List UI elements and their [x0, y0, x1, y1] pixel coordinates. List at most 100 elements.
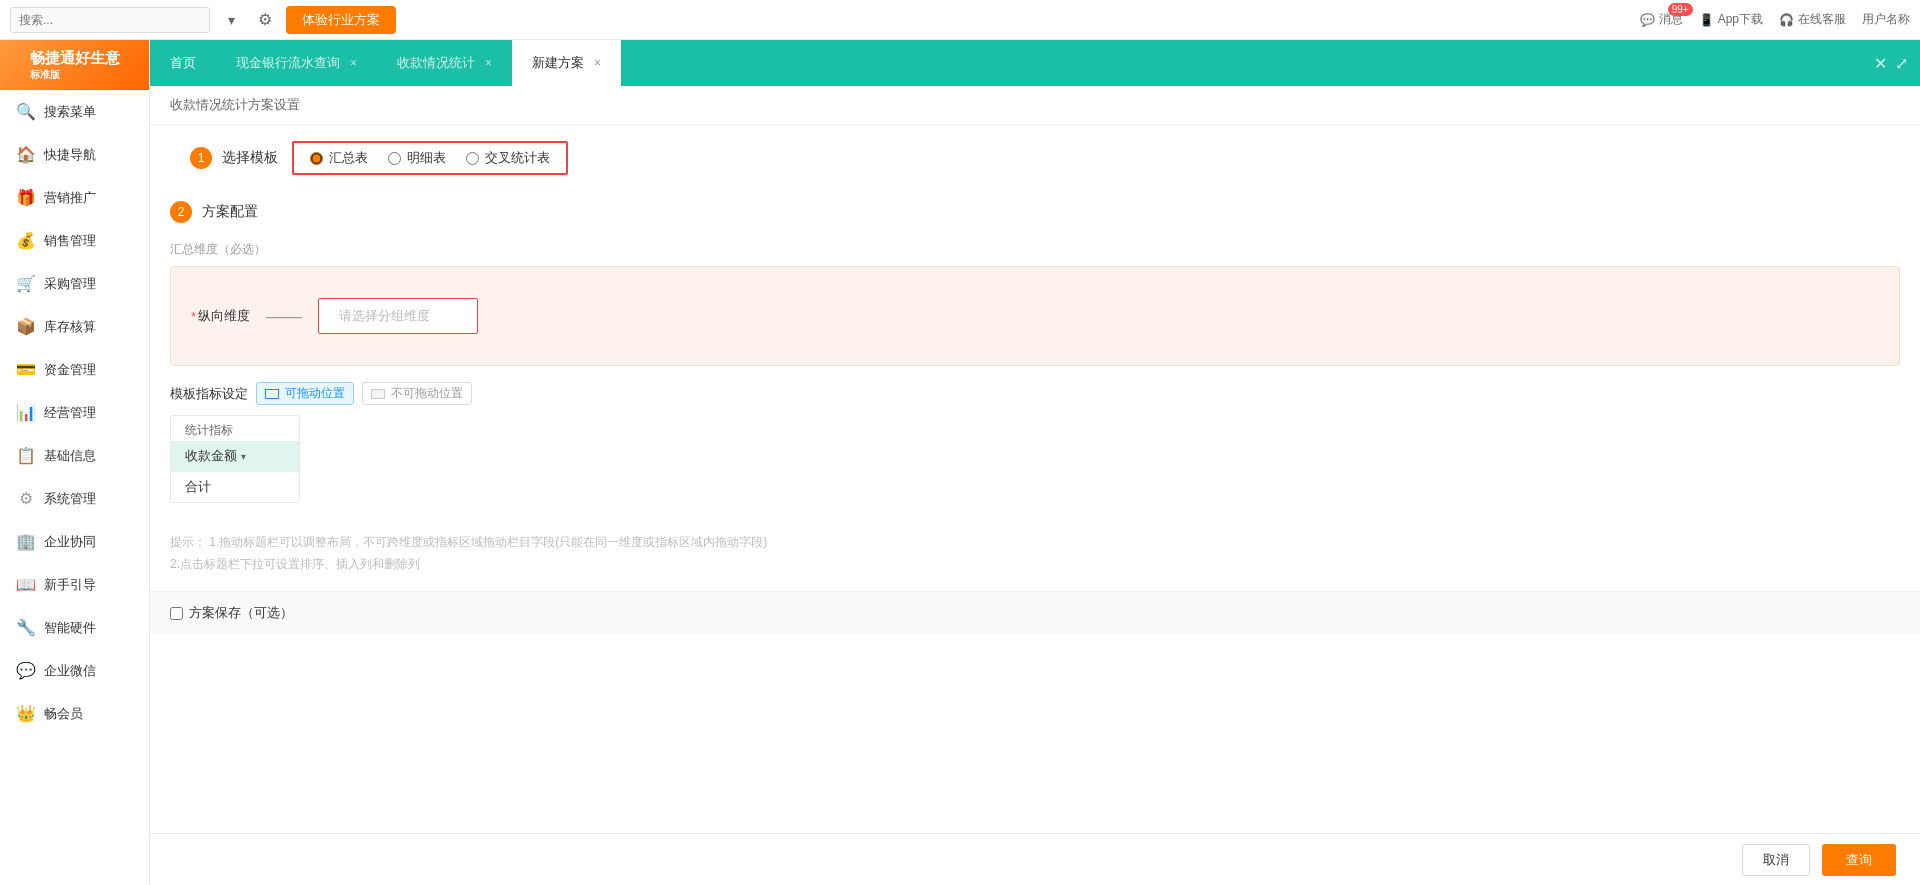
sidebar-item-member-label: 畅会员	[44, 705, 83, 723]
sidebar-item-basic-label: 基础信息	[44, 447, 96, 465]
tab-new-plan-label: 新建方案	[532, 54, 584, 72]
message-icon: 💬	[1640, 13, 1655, 27]
tab-bank-label: 现金银行流水查询	[236, 54, 340, 72]
page-content: 收款情况统计方案设置 1 选择模板 汇总表	[150, 86, 1920, 885]
sidebar-item-sales-label: 销售管理	[44, 232, 96, 250]
dropdown-button[interactable]: ▾	[218, 7, 244, 33]
arrow: ——	[266, 306, 302, 327]
logo-main: 畅捷通好生意	[30, 49, 120, 68]
gear-icon[interactable]: ⚙	[252, 7, 278, 33]
sidebar-item-weixin-label: 企业微信	[44, 662, 96, 680]
sidebar-item-inventory[interactable]: 📦 库存核算	[0, 305, 149, 348]
tab-collection[interactable]: 收款情况统计 ×	[377, 40, 512, 86]
page-inner: 收款情况统计方案设置 1 选择模板 汇总表	[150, 86, 1920, 885]
crown-icon: 👑	[16, 704, 36, 723]
radio-detail[interactable]: 明细表	[388, 149, 446, 167]
tab-new-plan-close[interactable]: ×	[594, 56, 601, 70]
draggable-text: 可拖动位置	[285, 385, 345, 402]
sidebar-item-search[interactable]: 🔍 搜索菜单	[0, 90, 149, 133]
radio-detail-label: 明细表	[407, 149, 446, 167]
step1-title: 选择模板	[222, 149, 278, 167]
header-right: 💬 消息 99+ 📱 App下载 🎧 在线客服 用户名称	[1640, 11, 1910, 28]
service-icon: 🎧	[1779, 13, 1794, 27]
sidebar-item-guide[interactable]: 📖 新手引导	[0, 563, 149, 606]
sidebar-item-member[interactable]: 👑 畅会员	[0, 692, 149, 735]
tab-bank-close[interactable]: ×	[350, 56, 357, 70]
header-left: ▾ ⚙ 体验行业方案	[10, 6, 1640, 34]
service-item[interactable]: 🎧 在线客服	[1779, 11, 1846, 28]
cancel-button[interactable]: 取消	[1742, 844, 1810, 876]
draggable-badge: 可拖动位置	[256, 382, 354, 405]
sidebar-item-marketing[interactable]: 🎁 营销推广	[0, 176, 149, 219]
step2-section: 2 方案配置 汇总维度（必选） *	[150, 187, 1920, 591]
tip-1: 提示： 1.拖动标题栏可以调整布局，不可跨维度或指标区域拖动栏目字段(只能在同一…	[170, 532, 1900, 554]
guide-icon: 📖	[16, 575, 36, 594]
radio-cross-label: 交叉统计表	[485, 149, 550, 167]
stat-indicator-box: 统计指标 收款金额 ▾ 合计	[170, 415, 300, 503]
non-draggable-badge: 不可拖动位置	[362, 382, 472, 405]
dimension-placeholder[interactable]: 请选择分组维度	[318, 298, 478, 334]
sidebar: 畅捷通好生意 标准版 🔍 搜索菜单 🏠 快捷导航 🎁 营销推广 💰 销售管理	[0, 40, 150, 885]
industry-button[interactable]: 体验行业方案	[286, 6, 396, 34]
sidebar-item-finance-label: 资金管理	[44, 361, 96, 379]
query-button[interactable]: 查询	[1822, 844, 1896, 876]
sidebar-item-search-label: 搜索菜单	[44, 103, 96, 121]
card-icon: 💳	[16, 360, 36, 379]
radio-detail-input[interactable]	[388, 152, 401, 165]
template-options-box: 汇总表 明细表 交叉统计表	[292, 141, 568, 175]
sidebar-item-sales[interactable]: 💰 销售管理	[0, 219, 149, 262]
search-icon: 🔍	[16, 102, 36, 121]
maximize-window-button[interactable]: ⤢	[1895, 54, 1908, 73]
radio-summary-input[interactable]	[310, 152, 323, 165]
sidebar-item-company-label: 企业协同	[44, 533, 96, 551]
dimension-label-text: 汇总维度（必选）	[170, 242, 266, 256]
cart-icon: 🛒	[16, 274, 36, 293]
window-controls: ✕ ⤢	[1874, 54, 1920, 73]
sidebar-item-basic[interactable]: 📋 基础信息	[0, 434, 149, 477]
user-item[interactable]: 用户名称	[1862, 11, 1910, 28]
radio-summary-label: 汇总表	[329, 149, 368, 167]
top-header: ▾ ⚙ 体验行业方案 💬 消息 99+ 📱 App下载 🎧 在线客服 用户名称	[0, 0, 1920, 40]
dimension-label: 汇总维度（必选）	[170, 233, 1900, 266]
radio-cross-input[interactable]	[466, 152, 479, 165]
sidebar-item-finance[interactable]: 💳 资金管理	[0, 348, 149, 391]
stat-header[interactable]: 收款金额 ▾	[171, 441, 299, 471]
radio-summary[interactable]: 汇总表	[310, 149, 368, 167]
search-input[interactable]	[10, 7, 210, 33]
breadcrumb-text: 收款情况统计方案设置	[170, 97, 300, 112]
indicators-section: 模板指标设定 可拖动位置 不可拖动位置	[170, 366, 1900, 522]
save-option: 方案保存（可选）	[150, 592, 1920, 634]
settings-icon: ⚙	[16, 489, 36, 508]
sidebar-menu: 🔍 搜索菜单 🏠 快捷导航 🎁 营销推广 💰 销售管理 🛒 采购管理 📦	[0, 90, 149, 885]
tab-bank[interactable]: 现金银行流水查询 ×	[216, 40, 377, 86]
list-icon: 📋	[16, 446, 36, 465]
save-checkbox[interactable]	[170, 607, 183, 620]
tab-collection-close[interactable]: ×	[485, 56, 492, 70]
stat-header-text: 收款金额	[185, 447, 237, 465]
breadcrumb: 收款情况统计方案设置	[150, 86, 1920, 125]
sidebar-item-system[interactable]: ⚙ 系统管理	[0, 477, 149, 520]
required-star: *	[191, 309, 196, 324]
tab-bar: 首页 现金银行流水查询 × 收款情况统计 × 新建方案 × ✕ ⤢	[150, 40, 1920, 86]
save-option-label: 方案保存（可选）	[189, 604, 293, 622]
sidebar-item-smart-hw[interactable]: 🔧 智能硬件	[0, 606, 149, 649]
box-icon: 📦	[16, 317, 36, 336]
stat-total-row: 合计	[171, 471, 299, 502]
sidebar-item-operation[interactable]: 📊 经营管理	[0, 391, 149, 434]
placeholder-text: 请选择分组维度	[339, 307, 430, 325]
radio-cross[interactable]: 交叉统计表	[466, 149, 550, 167]
sidebar-item-quick-nav[interactable]: 🏠 快捷导航	[0, 133, 149, 176]
close-window-button[interactable]: ✕	[1874, 54, 1887, 73]
step2-badge: 2	[170, 201, 192, 223]
download-item[interactable]: 📱 App下载	[1699, 11, 1763, 28]
sidebar-item-weixin[interactable]: 💬 企业微信	[0, 649, 149, 692]
tips-section: 提示： 1.拖动标题栏可以调整布局，不可跨维度或指标区域拖动栏目字段(只能在同一…	[170, 522, 1900, 591]
service-label: 在线客服	[1798, 11, 1846, 28]
main-layout: 畅捷通好生意 标准版 🔍 搜索菜单 🏠 快捷导航 🎁 营销推广 💰 销售管理	[0, 40, 1920, 885]
sidebar-item-company[interactable]: 🏢 企业协同	[0, 520, 149, 563]
tab-new-plan[interactable]: 新建方案 ×	[512, 40, 621, 86]
message-item[interactable]: 💬 消息 99+	[1640, 11, 1683, 28]
non-draggable-text: 不可拖动位置	[391, 385, 463, 402]
sidebar-item-purchase[interactable]: 🛒 采购管理	[0, 262, 149, 305]
tab-home[interactable]: 首页	[150, 40, 216, 86]
